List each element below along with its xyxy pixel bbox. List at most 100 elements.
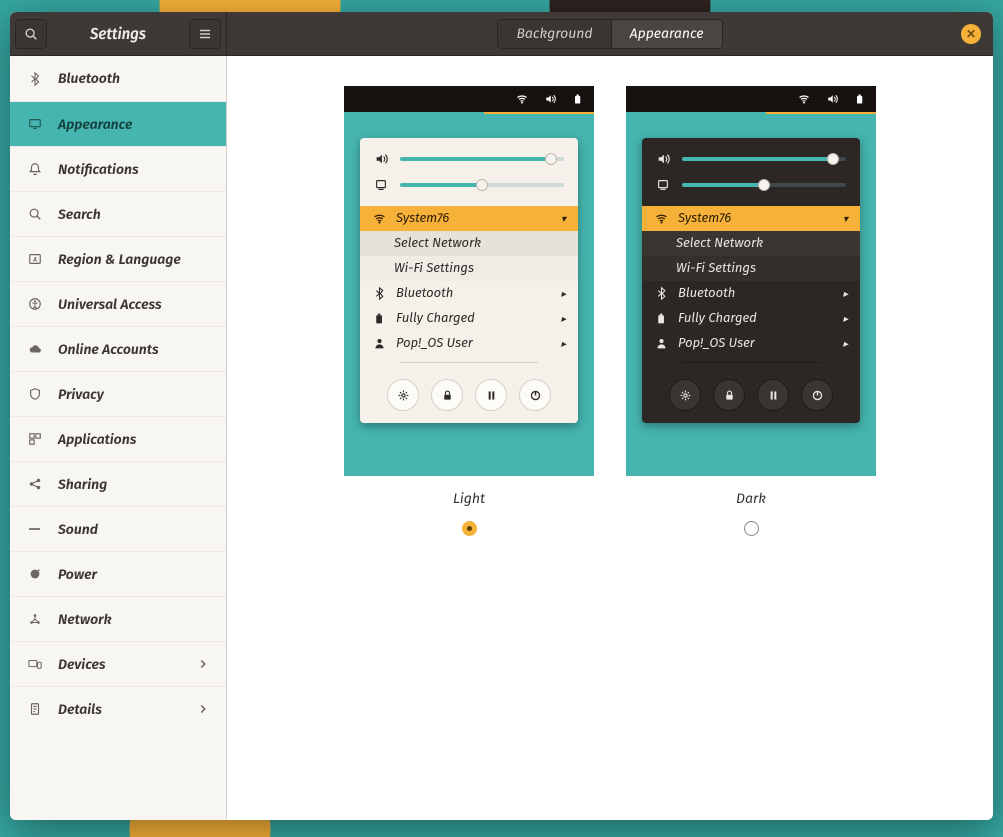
menu-row-user[interactable]: Pop!_OS User▸ bbox=[360, 331, 578, 356]
sidebar-item-bluetooth[interactable]: Bluetooth bbox=[10, 56, 226, 101]
sidebar-item-label: Sound bbox=[58, 521, 98, 538]
preview-popover: System76▾Select NetworkWi-Fi SettingsBlu… bbox=[360, 138, 578, 423]
sidebar-item-label: Sharing bbox=[58, 476, 107, 493]
content-area: System76▾Select NetworkWi-Fi SettingsBlu… bbox=[227, 56, 993, 820]
sidebar-item-label: Devices bbox=[58, 656, 106, 673]
brightness-slider[interactable] bbox=[374, 178, 564, 192]
sidebar-item-label: Online Accounts bbox=[58, 341, 159, 358]
search-icon bbox=[24, 27, 38, 41]
wifi-settings[interactable]: Wi-Fi Settings bbox=[642, 256, 860, 281]
sidebar-item-appearance[interactable]: Appearance bbox=[10, 101, 226, 146]
titlebar-center: Background Appearance ✕ bbox=[227, 12, 993, 55]
chevron-right-icon: ▸ bbox=[561, 338, 566, 350]
wifi-settings[interactable]: Wi-Fi Settings bbox=[360, 256, 578, 281]
sidebar-item-universal-access[interactable]: Universal Access bbox=[10, 281, 226, 326]
menu-row-bluetooth[interactable]: Bluetooth▸ bbox=[642, 281, 860, 306]
theme-radio-light[interactable] bbox=[462, 521, 477, 536]
power-button[interactable] bbox=[519, 379, 551, 411]
gear-icon bbox=[679, 389, 692, 402]
wifi-row[interactable]: System76▾ bbox=[360, 206, 578, 231]
sidebar-item-notifications[interactable]: Notifications bbox=[10, 146, 226, 191]
sidebar-item-details[interactable]: Details bbox=[10, 686, 226, 731]
search-button[interactable] bbox=[15, 19, 47, 49]
gear-button[interactable] bbox=[669, 379, 701, 411]
cloud-icon bbox=[26, 340, 44, 358]
wifi-select-network[interactable]: Select Network bbox=[360, 231, 578, 256]
battery-icon bbox=[372, 312, 386, 325]
bell-icon bbox=[26, 160, 44, 178]
gear-icon bbox=[397, 389, 410, 402]
sidebar-item-label: Region & Language bbox=[58, 251, 181, 268]
menu-row-battery[interactable]: Fully Charged▸ bbox=[642, 306, 860, 331]
menu-row-user[interactable]: Pop!_OS User▸ bbox=[642, 331, 860, 356]
gear-button[interactable] bbox=[387, 379, 419, 411]
menu-row-battery[interactable]: Fully Charged▸ bbox=[360, 306, 578, 331]
sidebar-item-devices[interactable]: Devices bbox=[10, 641, 226, 686]
wifi-icon bbox=[798, 93, 810, 105]
wifi-icon bbox=[516, 93, 528, 105]
brightness-icon bbox=[656, 178, 672, 192]
window-title: Settings bbox=[52, 25, 184, 43]
tab-appearance[interactable]: Appearance bbox=[612, 20, 722, 48]
sidebar-item-online-accounts[interactable]: Online Accounts bbox=[10, 326, 226, 371]
sidebar-item-label: Universal Access bbox=[58, 296, 162, 313]
user-icon bbox=[372, 337, 386, 350]
theme-preview-dark: System76▾Select NetworkWi-Fi SettingsBlu… bbox=[626, 86, 876, 476]
chevron-right-icon bbox=[196, 702, 210, 716]
sidebar-item-network[interactable]: Network bbox=[10, 596, 226, 641]
wifi-select-network[interactable]: Select Network bbox=[642, 231, 860, 256]
wifi-icon bbox=[372, 212, 386, 225]
pause-icon bbox=[485, 389, 498, 402]
sound-icon bbox=[26, 520, 44, 538]
hamburger-icon bbox=[198, 27, 212, 41]
power-icon bbox=[529, 389, 542, 402]
sidebar-item-sound[interactable]: Sound bbox=[10, 506, 226, 551]
session-buttons bbox=[642, 369, 860, 415]
volume-slider[interactable] bbox=[374, 152, 564, 166]
share-icon bbox=[26, 475, 44, 493]
bluetooth-icon bbox=[654, 287, 668, 300]
sidebar-item-label: Bluetooth bbox=[58, 70, 120, 87]
theme-option-light: System76▾Select NetworkWi-Fi SettingsBlu… bbox=[344, 86, 594, 536]
tab-background[interactable]: Background bbox=[498, 20, 611, 48]
menu-row-bluetooth[interactable]: Bluetooth▸ bbox=[360, 281, 578, 306]
separator bbox=[682, 362, 820, 363]
bluetooth-icon bbox=[372, 287, 386, 300]
wifi-network-name: System76 bbox=[678, 211, 731, 226]
theme-radio-dark[interactable] bbox=[744, 521, 759, 536]
battery-icon bbox=[654, 312, 668, 325]
sidebar-item-power[interactable]: Power bbox=[10, 551, 226, 596]
chevron-right-icon: ▸ bbox=[843, 288, 848, 300]
power-icon bbox=[26, 565, 44, 583]
window-close-button[interactable]: ✕ bbox=[961, 24, 981, 44]
pause-button[interactable] bbox=[757, 379, 789, 411]
sidebar-item-sharing[interactable]: Sharing bbox=[10, 461, 226, 506]
brightness-slider[interactable] bbox=[656, 178, 846, 192]
pause-button[interactable] bbox=[475, 379, 507, 411]
volume-slider[interactable] bbox=[656, 152, 846, 166]
volume-icon bbox=[656, 152, 672, 166]
settings-window: Settings Background Appearance ✕ Bluetoo… bbox=[10, 12, 993, 820]
sidebar-item-label: Network bbox=[58, 611, 111, 628]
shield-icon bbox=[26, 385, 44, 403]
sidebar-item-label: Search bbox=[58, 206, 101, 223]
lock-button[interactable] bbox=[431, 379, 463, 411]
lock-button[interactable] bbox=[713, 379, 745, 411]
lock-icon bbox=[441, 389, 454, 402]
sidebar-item-privacy[interactable]: Privacy bbox=[10, 371, 226, 416]
separator bbox=[400, 362, 538, 363]
power-button[interactable] bbox=[801, 379, 833, 411]
wifi-row[interactable]: System76▾ bbox=[642, 206, 860, 231]
hamburger-menu-button[interactable] bbox=[189, 19, 221, 49]
sidebar-item-search[interactable]: Search bbox=[10, 191, 226, 236]
theme-option-dark: System76▾Select NetworkWi-Fi SettingsBlu… bbox=[626, 86, 876, 536]
sidebar-item-region-language[interactable]: ARegion & Language bbox=[10, 236, 226, 281]
volume-icon bbox=[374, 152, 390, 166]
sidebar-item-label: Notifications bbox=[58, 161, 139, 178]
titlebar: Settings Background Appearance ✕ bbox=[10, 12, 993, 56]
sidebar-item-applications[interactable]: Applications bbox=[10, 416, 226, 461]
chevron-right-icon: ▸ bbox=[843, 338, 848, 350]
battery-icon bbox=[854, 93, 866, 105]
user-icon bbox=[654, 337, 668, 350]
pause-icon bbox=[767, 389, 780, 402]
